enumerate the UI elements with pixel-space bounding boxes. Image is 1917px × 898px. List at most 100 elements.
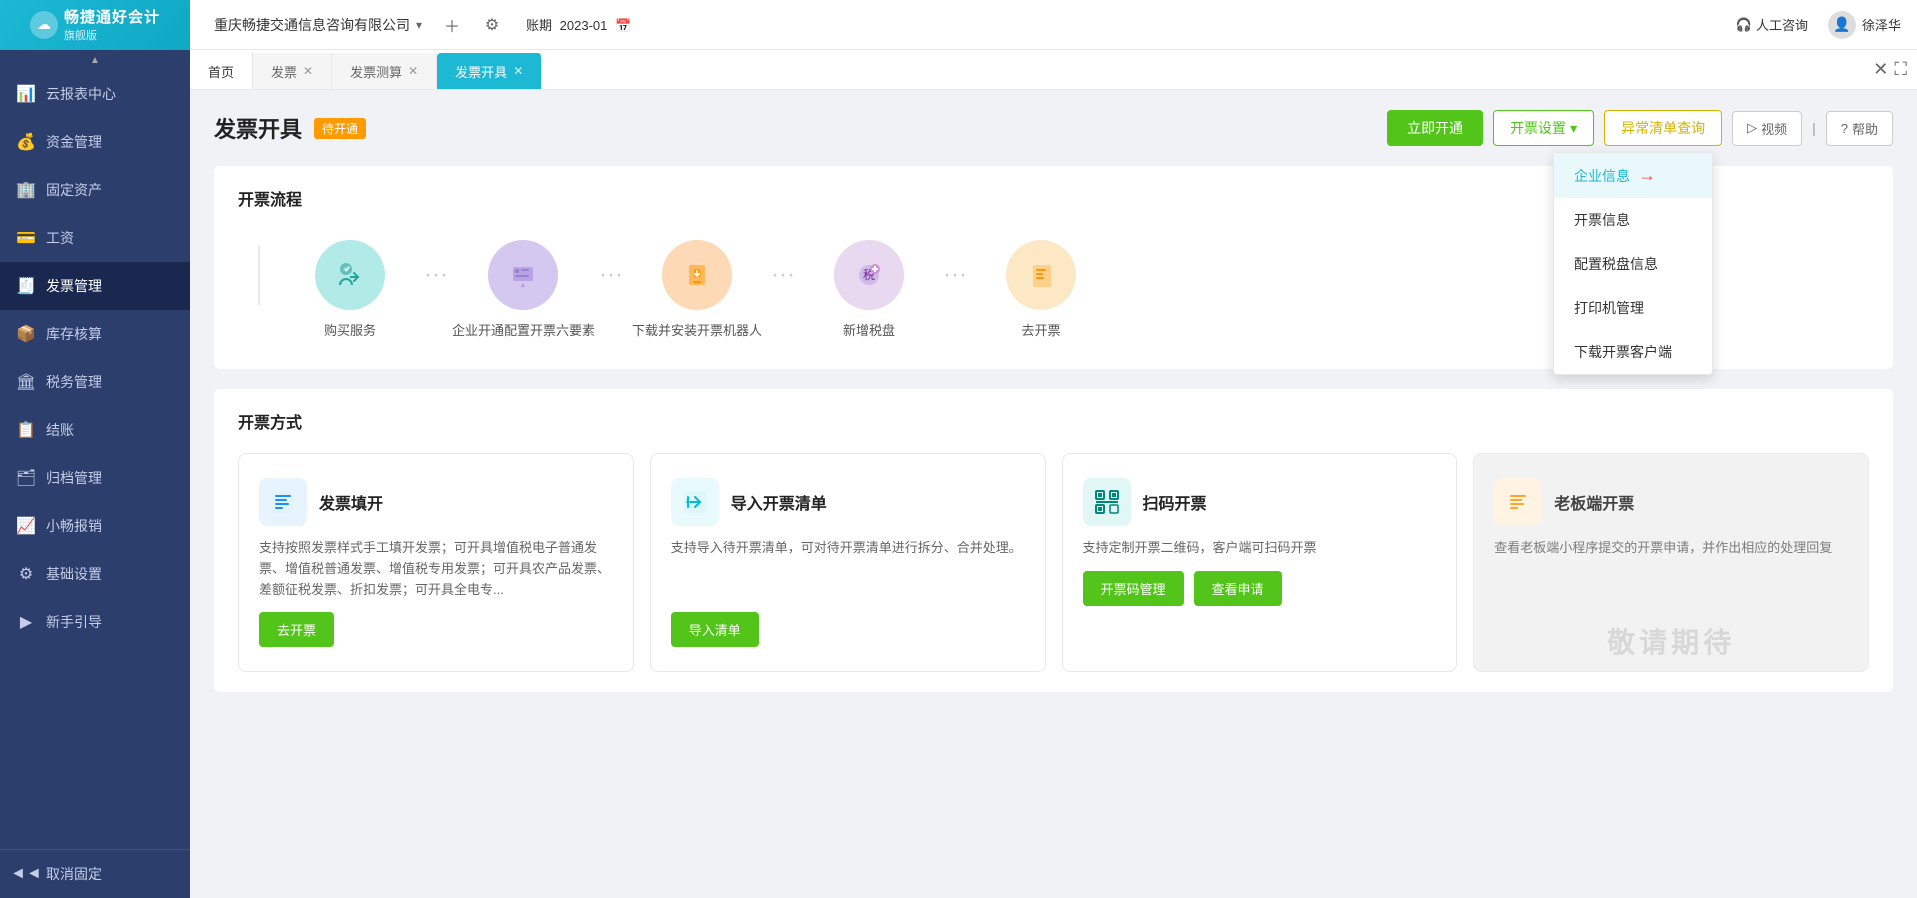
page-header: 发票开具 待开通 立即开通 开票设置 ▾ 异常清单查询 ▷ 视频 | — [214, 110, 1893, 146]
tab-invoice[interactable]: 发票 ✕ — [253, 53, 332, 89]
main-layout: ▲ 📊 云报表中心 💰 资金管理 🏢 固定资产 💳 工资 🧾 发票管理 📦 库存… — [0, 50, 1917, 898]
add-tax-label: 新增税盘 — [843, 320, 895, 339]
user-info[interactable]: 👤 徐泽华 — [1828, 11, 1901, 39]
cloud-report-icon: 📊 — [16, 84, 36, 104]
manual-title: 发票填开 — [319, 490, 383, 514]
sidebar-item-invoice-mgmt[interactable]: 🧾 发票管理 — [0, 262, 190, 310]
tab-bar-actions: ✕ ⛶ — [1863, 50, 1917, 89]
page-header-actions: 立即开通 开票设置 ▾ 异常清单查询 ▷ 视频 | ? 帮助 — [1387, 110, 1893, 146]
period-label: 账期 2023-01 📅 — [526, 15, 631, 34]
settlement-icon: 📋 — [16, 420, 36, 440]
manual-icon — [259, 478, 307, 526]
sidebar-item-fund[interactable]: 💰 资金管理 — [0, 118, 190, 166]
help-button[interactable]: ? 帮助 — [1826, 111, 1893, 146]
import-title: 导入开票清单 — [731, 490, 827, 514]
tab-invoice-calc[interactable]: 发票测算 ✕ — [332, 53, 437, 89]
video-button[interactable]: ▷ 视频 — [1732, 111, 1802, 146]
invoice-mgmt-icon: 🧾 — [16, 276, 36, 296]
pin-icon: ◄◄ — [16, 864, 36, 884]
process-step-go-invoice: 去开票 — [971, 240, 1111, 339]
billing-card-manual: 发票填开 支持按照发票样式手工填开发票；可开具增值税电子普通发票、增值税普通发票… — [238, 453, 634, 672]
configure-icon — [488, 240, 558, 310]
logo-title: 畅捷通好会计 — [64, 6, 160, 27]
sidebar: ▲ 📊 云报表中心 💰 资金管理 🏢 固定资产 💳 工资 🧾 发票管理 📦 库存… — [0, 50, 190, 898]
company-selector[interactable]: 重庆畅捷交通信息咨询有限公司 ▾ — [214, 15, 422, 35]
sidebar-item-guide[interactable]: ▶ 新手引导 — [0, 598, 190, 646]
status-badge: 待开通 — [314, 118, 366, 139]
help-button[interactable]: 🎧 人工咨询 — [1736, 15, 1808, 34]
import-desc: 支持导入待开票清单，可对待开票清单进行拆分、合并处理。 — [671, 538, 1025, 559]
arrow-4: ··· — [943, 261, 967, 289]
logo-icon: ☁ — [30, 11, 58, 39]
separator: | — [1812, 120, 1816, 136]
import-button[interactable]: 导入清单 — [671, 612, 759, 647]
billing-card-import: 导入开票清单 支持导入待开票清单，可对待开票清单进行拆分、合并处理。 导入清单 — [650, 453, 1046, 672]
dropdown-company-info[interactable]: 企业信息 → — [1554, 153, 1712, 198]
question-icon: ? — [1841, 121, 1848, 136]
configure-label: 企业开通配置开票六要素 — [452, 320, 595, 339]
sidebar-item-basic[interactable]: ⚙ 基础设置 — [0, 550, 190, 598]
sidebar-item-settlement[interactable]: 📋 结账 — [0, 406, 190, 454]
billing-card-scan: 扫码开票 支持定制开票二维码，客户端可扫码开票 开票码管理 查看申请 — [1062, 453, 1458, 672]
tab-close-btn[interactable]: ✕ — [1873, 59, 1888, 80]
tab-invoice-open-close[interactable]: ✕ — [513, 64, 523, 78]
scan-desc: 支持定制开票二维码，客户端可扫码开票 — [1083, 538, 1437, 559]
billing-methods-section: 开票方式 — [214, 389, 1893, 692]
manual-go-button[interactable]: 去开票 — [259, 612, 334, 647]
sidebar-item-salary[interactable]: 💳 工资 — [0, 214, 190, 262]
process-step-add-tax: 税 新增税盘 — [799, 240, 939, 339]
page-title: 发票开具 — [214, 112, 302, 144]
sidebar-item-archive[interactable]: 🗂 归档管理 — [0, 454, 190, 502]
settings-dropdown-button[interactable]: 开票设置 ▾ — [1493, 110, 1594, 146]
billing-methods-title: 开票方式 — [238, 409, 1869, 433]
header-actions: ＋ ⚙ 账期 2023-01 📅 — [438, 11, 631, 39]
logo-area[interactable]: ☁ 畅捷通好会计 旗舰版 — [0, 0, 190, 50]
tab-invoice-close[interactable]: ✕ — [303, 64, 313, 78]
billing-card-header-boss: 老板端开票 — [1494, 478, 1848, 526]
sidebar-item-tax[interactable]: 🏛 税务管理 — [0, 358, 190, 406]
import-icon — [671, 478, 719, 526]
sidebar-item-inventory[interactable]: 📦 库存核算 — [0, 310, 190, 358]
process-step-configure: 企业开通配置开票六要素 — [452, 240, 595, 339]
fund-icon: 💰 — [16, 132, 36, 152]
add-tax-icon: 税 — [834, 240, 904, 310]
dropdown-download-client[interactable]: 下载开票客户端 — [1554, 330, 1712, 374]
query-button[interactable]: 异常清单查询 — [1604, 110, 1722, 146]
buy-service-label: 购买服务 — [324, 320, 376, 339]
process-step-buy: 购买服务 — [280, 240, 420, 339]
arrow-3: ··· — [771, 261, 795, 289]
tab-invoice-open[interactable]: 发票开具 ✕ — [437, 53, 542, 89]
dropdown-invoice-info[interactable]: 开票信息 — [1554, 198, 1712, 242]
chevron-down-icon: ▾ — [1570, 120, 1577, 137]
company-dropdown-icon: ▾ — [416, 18, 422, 32]
tab-home[interactable]: 首页 — [190, 53, 253, 89]
unpin-button[interactable]: ◄◄ 取消固定 — [0, 850, 190, 898]
sidebar-item-report[interactable]: 📈 小畅报销 — [0, 502, 190, 550]
user-name: 徐泽华 — [1862, 15, 1901, 34]
process-step-download: 下载并安装开票机器人 — [627, 240, 767, 339]
add-button[interactable]: ＋ — [438, 11, 466, 39]
logo-subtitle: 旗舰版 — [64, 27, 160, 43]
sidebar-bottom: ◄◄ 取消固定 — [0, 849, 190, 898]
sidebar-item-cloud-report[interactable]: 📊 云报表中心 — [0, 70, 190, 118]
sidebar-scroll-up[interactable]: ▲ — [0, 50, 190, 70]
activate-button[interactable]: 立即开通 — [1387, 110, 1483, 146]
tab-bar: 首页 发票 ✕ 发票测算 ✕ 发票开具 ✕ ✕ ⛶ — [190, 50, 1917, 90]
arrow-1: ··· — [424, 261, 448, 289]
page-content: 发票开具 待开通 立即开通 开票设置 ▾ 异常清单查询 ▷ 视频 | — [190, 90, 1917, 898]
settings-button[interactable]: ⚙ — [478, 11, 506, 39]
tab-expand-btn[interactable]: ⛶ — [1894, 59, 1907, 80]
boss-icon — [1494, 478, 1542, 526]
calendar-icon: 📅 — [615, 18, 631, 33]
dropdown-tax-config[interactable]: 配置税盘信息 — [1554, 242, 1712, 286]
guide-icon: ▶ — [16, 612, 36, 632]
sidebar-item-fixed-assets[interactable]: 🏢 固定资产 — [0, 166, 190, 214]
dropdown-printer[interactable]: 打印机管理 — [1554, 286, 1712, 330]
scan-view-button[interactable]: 查看申请 — [1194, 571, 1282, 606]
scan-manage-button[interactable]: 开票码管理 — [1083, 571, 1184, 606]
go-invoice-icon — [1006, 240, 1076, 310]
tab-invoice-calc-close[interactable]: ✕ — [408, 64, 418, 78]
header-right: 🎧 人工咨询 👤 徐泽华 — [1736, 11, 1901, 39]
fixed-assets-icon: 🏢 — [16, 180, 36, 200]
process-start-divider — [258, 245, 260, 305]
